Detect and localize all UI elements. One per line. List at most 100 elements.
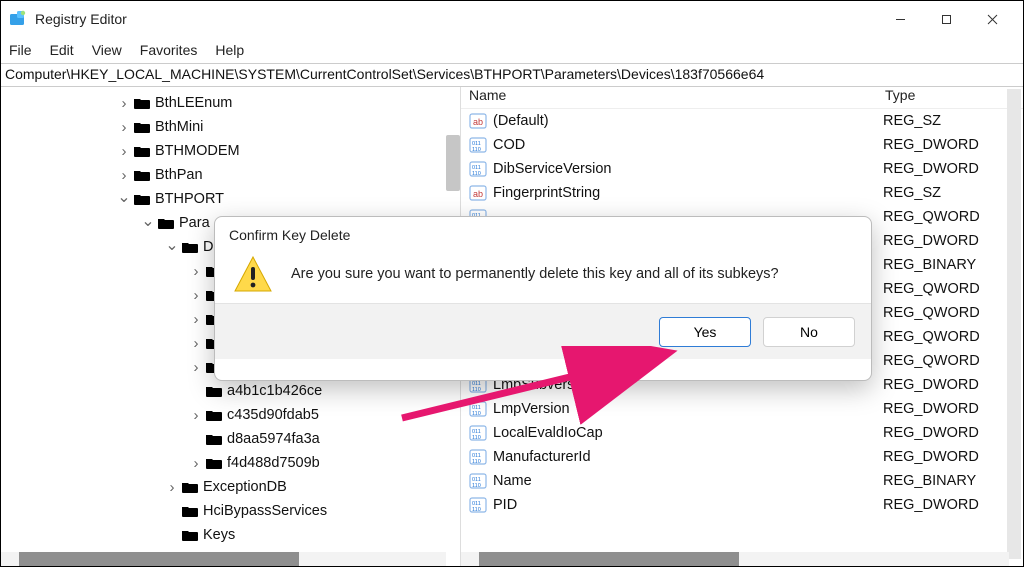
window-title: Registry Editor xyxy=(35,11,877,27)
list-scrollbar-track[interactable] xyxy=(1007,89,1021,559)
folder-icon xyxy=(133,168,151,182)
value-row[interactable]: PIDREG_DWORD xyxy=(461,493,1023,517)
chevron-right-icon[interactable] xyxy=(189,407,203,424)
reg-binary-icon xyxy=(469,160,487,178)
value-row[interactable]: LmpVersionREG_DWORD xyxy=(461,397,1023,421)
list-hscroll-thumb[interactable] xyxy=(479,552,739,566)
tree-item-label: ExceptionDB xyxy=(203,479,287,495)
value-row[interactable]: ManufacturerIdREG_DWORD xyxy=(461,445,1023,469)
folder-icon xyxy=(181,528,199,542)
value-row[interactable]: (Default)REG_SZ xyxy=(461,109,1023,133)
folder-icon xyxy=(133,144,151,158)
tree-item[interactable]: BthLEEnum xyxy=(1,91,460,115)
chevron-right-icon[interactable] xyxy=(189,455,203,472)
tree-item[interactable]: BTHMODEM xyxy=(1,139,460,163)
tree-hscroll[interactable] xyxy=(1,552,446,566)
tree-hscroll-thumb[interactable] xyxy=(19,552,299,566)
chevron-right-icon[interactable] xyxy=(189,263,203,280)
reg-string-icon xyxy=(469,184,487,202)
chevron-down-icon[interactable] xyxy=(141,213,155,233)
value-type: REG_QWORD xyxy=(879,353,1023,369)
value-name: FingerprintString xyxy=(493,185,879,201)
folder-icon xyxy=(157,216,175,230)
chevron-right-icon[interactable] xyxy=(189,311,203,328)
tree-item[interactable]: c435d90fdab5 xyxy=(1,403,460,427)
minimize-button[interactable] xyxy=(877,1,923,37)
tree-item[interactable]: a4b1c1b426ce xyxy=(1,379,460,403)
chevron-right-icon[interactable] xyxy=(117,119,131,136)
value-row[interactable]: DibServiceVersionREG_DWORD xyxy=(461,157,1023,181)
tree-scrollbar-thumb[interactable] xyxy=(446,135,460,191)
chevron-right-icon[interactable] xyxy=(189,359,203,376)
folder-icon xyxy=(133,192,151,206)
yes-button[interactable]: Yes xyxy=(659,317,751,347)
tree-item[interactable]: BTHPORT xyxy=(1,187,460,211)
tree-item[interactable]: Keys xyxy=(1,523,460,547)
tree-item[interactable]: BthPan xyxy=(1,163,460,187)
tree-item[interactable]: d8aa5974fa3a xyxy=(1,427,460,451)
warning-icon xyxy=(233,255,273,293)
tree-item-label: HciBypassServices xyxy=(203,503,327,519)
value-name: ManufacturerId xyxy=(493,449,879,465)
value-type: REG_QWORD xyxy=(879,281,1023,297)
maximize-button[interactable] xyxy=(923,1,969,37)
folder-icon xyxy=(181,480,199,494)
chevron-right-icon[interactable] xyxy=(117,167,131,184)
value-type: REG_DWORD xyxy=(879,425,1023,441)
value-type: REG_DWORD xyxy=(879,377,1023,393)
tree-item[interactable]: f4d488d7509b xyxy=(1,451,460,475)
menu-favorites[interactable]: Favorites xyxy=(140,42,198,58)
value-row[interactable]: NameREG_BINARY xyxy=(461,469,1023,493)
tree-item-label: Keys xyxy=(203,527,235,543)
col-type[interactable]: Type xyxy=(881,87,1023,108)
confirm-delete-dialog: Confirm Key Delete Are you sure you want… xyxy=(214,216,872,381)
value-row[interactable]: LocalEvaldIoCapREG_DWORD xyxy=(461,421,1023,445)
chevron-right-icon[interactable] xyxy=(117,95,131,112)
value-type: REG_DWORD xyxy=(879,161,1023,177)
tree-item-label: BthLEEnum xyxy=(155,95,232,111)
value-type: REG_DWORD xyxy=(879,233,1023,249)
value-type: REG_QWORD xyxy=(879,329,1023,345)
tree-item-label: BTHMODEM xyxy=(155,143,240,159)
folder-icon xyxy=(133,120,151,134)
tree-item-label: c435d90fdab5 xyxy=(227,407,319,423)
chevron-right-icon[interactable] xyxy=(189,287,203,304)
tree-item[interactable]: ExceptionDB xyxy=(1,475,460,499)
menu-edit[interactable]: Edit xyxy=(50,42,74,58)
menu-help[interactable]: Help xyxy=(215,42,244,58)
dialog-message: Are you sure you want to permanently del… xyxy=(291,266,779,282)
value-name: (Default) xyxy=(493,113,879,129)
list-hscroll[interactable] xyxy=(461,552,1009,566)
tree-item[interactable]: HciBypassServices xyxy=(1,499,460,523)
value-name: LocalEvaldIoCap xyxy=(493,425,879,441)
value-type: REG_DWORD xyxy=(879,137,1023,153)
tree-item-label: BTHPORT xyxy=(155,191,224,207)
value-row[interactable]: FingerprintStringREG_SZ xyxy=(461,181,1023,205)
col-name[interactable]: Name xyxy=(461,87,881,108)
value-type: REG_SZ xyxy=(879,185,1023,201)
value-type: REG_BINARY xyxy=(879,473,1023,489)
value-row[interactable]: CODREG_DWORD xyxy=(461,133,1023,157)
reg-string-icon xyxy=(469,112,487,130)
close-button[interactable] xyxy=(969,1,1015,37)
folder-icon xyxy=(181,240,199,254)
value-type: REG_QWORD xyxy=(879,305,1023,321)
app-icon xyxy=(9,10,27,28)
value-name: LmpVersion xyxy=(493,401,879,417)
chevron-right-icon[interactable] xyxy=(117,143,131,160)
chevron-right-icon[interactable] xyxy=(165,479,179,496)
no-button[interactable]: No xyxy=(763,317,855,347)
reg-binary-icon xyxy=(469,136,487,154)
chevron-down-icon[interactable] xyxy=(117,189,131,209)
value-type: REG_DWORD xyxy=(879,449,1023,465)
menu-file[interactable]: File xyxy=(9,42,32,58)
value-type: REG_QWORD xyxy=(879,209,1023,225)
chevron-right-icon[interactable] xyxy=(189,335,203,352)
tree-item[interactable]: BthMini xyxy=(1,115,460,139)
menu-view[interactable]: View xyxy=(92,42,122,58)
address-bar[interactable]: Computer\HKEY_LOCAL_MACHINE\SYSTEM\Curre… xyxy=(1,63,1023,87)
folder-icon xyxy=(205,432,223,446)
chevron-down-icon[interactable] xyxy=(165,237,179,257)
folder-icon xyxy=(205,456,223,470)
folder-icon xyxy=(181,504,199,518)
